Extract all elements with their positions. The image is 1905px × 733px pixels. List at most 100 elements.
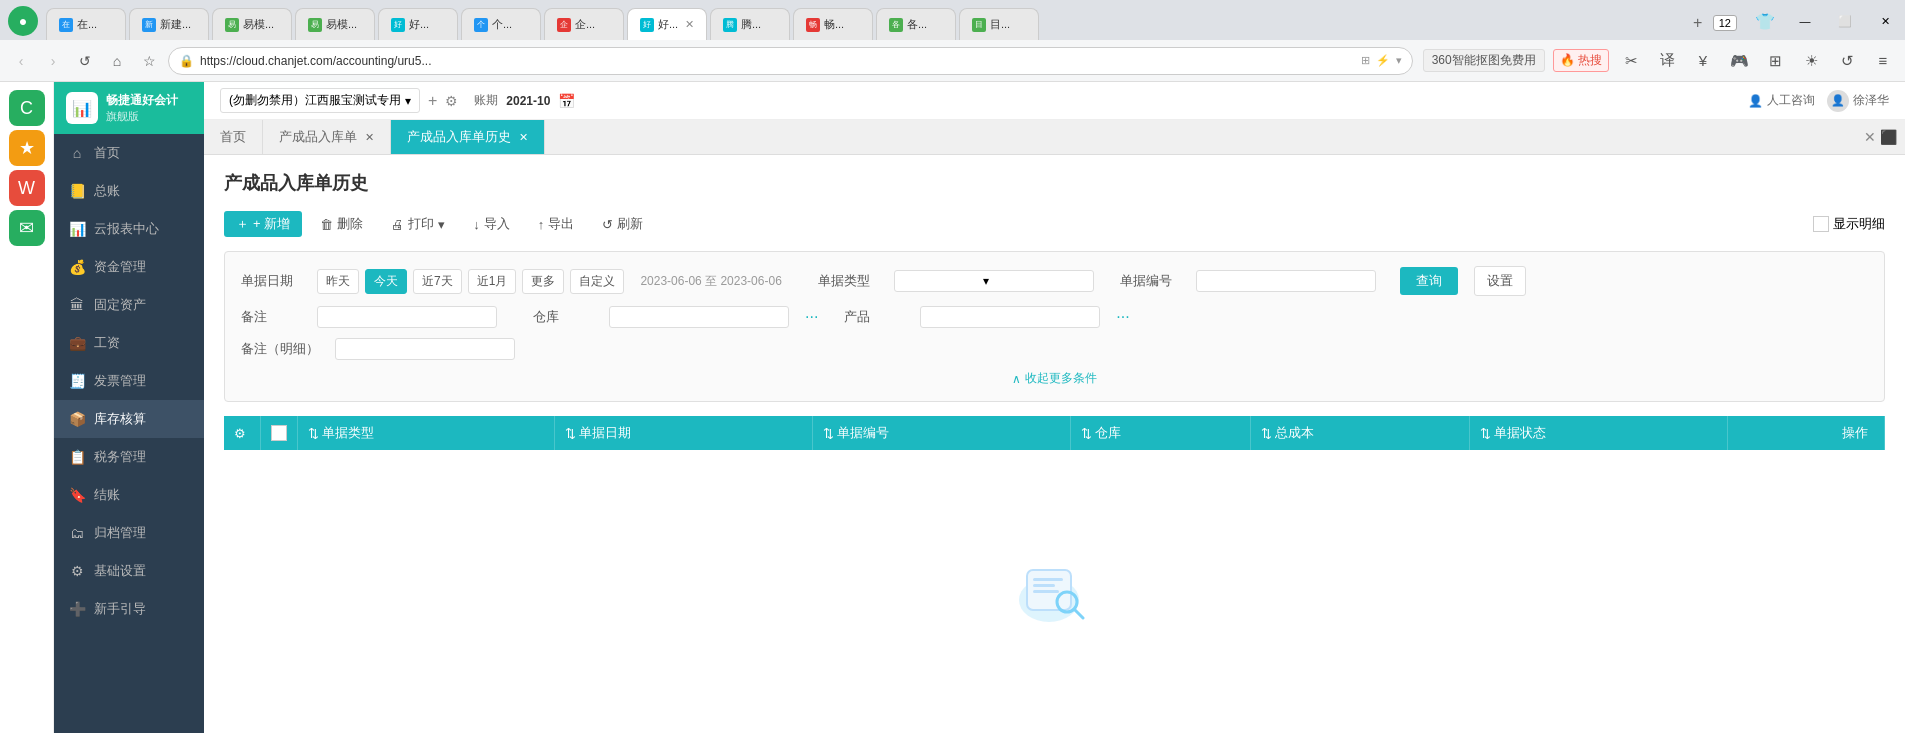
warehouse-dots[interactable]: ···: [805, 308, 818, 326]
date-yesterday[interactable]: 昨天: [317, 269, 359, 294]
sidebar-item-home[interactable]: ⌂ 首页: [54, 134, 204, 172]
export-button[interactable]: ↑ 导出: [528, 211, 585, 237]
browser-tab-4[interactable]: 易 易模...: [295, 8, 375, 40]
browser-tab-5[interactable]: 好 好...: [378, 8, 458, 40]
sidebar-item-reports[interactable]: 📊 云报表中心: [54, 210, 204, 248]
print-button[interactable]: 🖨 打印 ▾: [381, 211, 455, 237]
browser-tab-3[interactable]: 易 易模...: [212, 8, 292, 40]
sidebar-item-fixed[interactable]: 🏛 固定资产: [54, 286, 204, 324]
th-voucher-type[interactable]: ⇅ 单据类型: [297, 416, 555, 450]
date-more[interactable]: 更多: [522, 269, 564, 294]
sidebar-item-funds[interactable]: 💰 资金管理: [54, 248, 204, 286]
user-service[interactable]: 👤 人工咨询: [1748, 92, 1815, 109]
shirt-icon[interactable]: 👕: [1749, 10, 1781, 33]
tab-count-badge[interactable]: 12: [1713, 15, 1737, 31]
detail-remark-input[interactable]: [335, 338, 515, 360]
delete-button[interactable]: 🗑 删除: [310, 211, 373, 237]
game-icon[interactable]: 🎮: [1725, 47, 1753, 75]
sidebar-item-salary[interactable]: 💼 工资: [54, 324, 204, 362]
browser-tab-9[interactable]: 腾 腾...: [710, 8, 790, 40]
warehouse-input[interactable]: [609, 306, 789, 328]
refresh-data-button[interactable]: ↺ 刷新: [592, 211, 653, 237]
history-tab-close[interactable]: ✕: [519, 131, 528, 144]
th-voucher-date[interactable]: ⇅ 单据日期: [555, 416, 813, 450]
query-button[interactable]: 查询: [1400, 267, 1458, 295]
history-icon[interactable]: ↺: [1833, 47, 1861, 75]
settings-search-button[interactable]: 设置: [1474, 266, 1526, 296]
apps-icon[interactable]: ⊞: [1761, 47, 1789, 75]
voucher-number-input[interactable]: [1196, 270, 1376, 292]
sidebar-item-ledger[interactable]: 📒 总账: [54, 172, 204, 210]
date-1month[interactable]: 近1月: [468, 269, 517, 294]
scissors-icon[interactable]: ✂: [1617, 47, 1645, 75]
browser-tab-1[interactable]: 在 在...: [46, 8, 126, 40]
star-app-icon[interactable]: ★: [9, 130, 45, 166]
currency-icon[interactable]: ¥: [1689, 47, 1717, 75]
home-browser-button[interactable]: ⌂: [104, 48, 130, 74]
maximize-button[interactable]: ⬜: [1825, 6, 1865, 36]
theme-icon[interactable]: ☀: [1797, 47, 1825, 75]
product-input[interactable]: [920, 306, 1100, 328]
date-custom[interactable]: 自定义: [570, 269, 624, 294]
show-detail-checkbox[interactable]: [1813, 216, 1829, 232]
company-settings-icon[interactable]: ⚙: [445, 93, 458, 109]
more-settings-icon[interactable]: ≡: [1869, 47, 1897, 75]
sidebar-item-settings[interactable]: ⚙ 基础设置: [54, 552, 204, 590]
sidebar-item-new-entry[interactable]: ➕ 新手引导: [54, 590, 204, 628]
sidebar-item-invoice[interactable]: 🧾 发票管理: [54, 362, 204, 400]
import-button[interactable]: ↓ 导入: [463, 211, 520, 237]
th-voucher-number[interactable]: ⇅ 单据编号: [812, 416, 1070, 450]
add-button[interactable]: ＋ + 新增: [224, 211, 302, 237]
close-button[interactable]: ✕: [1865, 6, 1905, 36]
browser-tab-10[interactable]: 畅 畅...: [793, 8, 873, 40]
browser-tab-2[interactable]: 新 新建...: [129, 8, 209, 40]
remark-input[interactable]: [317, 306, 497, 328]
browser-tab-12[interactable]: 目 目...: [959, 8, 1039, 40]
calendar-icon[interactable]: 📅: [558, 93, 575, 109]
page-close-icon[interactable]: ✕: [1864, 129, 1876, 145]
browser-tab-11[interactable]: 各 各...: [876, 8, 956, 40]
sidebar-item-settle[interactable]: 🔖 结账: [54, 476, 204, 514]
no-data-svg: [1009, 550, 1099, 630]
back-button[interactable]: ‹: [8, 48, 34, 74]
browser-tab-7[interactable]: 企 企...: [544, 8, 624, 40]
changjie-app-icon[interactable]: C: [9, 90, 45, 126]
date-7days[interactable]: 近7天: [413, 269, 462, 294]
breadcrumb-list[interactable]: 产成品入库单 ✕: [263, 120, 391, 154]
product-dots[interactable]: ···: [1116, 308, 1129, 326]
address-bar[interactable]: 🔒 https://cloud.chanjet.com/accounting/u…: [168, 47, 1413, 75]
show-detail-toggle[interactable]: 显示明细: [1813, 215, 1885, 233]
dropdown-icon[interactable]: ▾: [1396, 54, 1402, 67]
collapse-button[interactable]: ∧ 收起更多条件: [241, 370, 1868, 387]
page-expand-icon[interactable]: ⬛: [1880, 129, 1897, 145]
th-warehouse[interactable]: ⇅ 仓库: [1070, 416, 1251, 450]
th-voucher-status[interactable]: ⇅ 单据状态: [1470, 416, 1728, 450]
add-company-button[interactable]: +: [428, 92, 437, 110]
translate-icon[interactable]: 译: [1653, 47, 1681, 75]
mail-app-icon[interactable]: ✉: [9, 210, 45, 246]
th-gear[interactable]: ⚙: [224, 416, 260, 450]
tab-close-8[interactable]: ✕: [685, 18, 694, 31]
new-tab-button[interactable]: +: [1685, 10, 1711, 36]
user-account[interactable]: 👤 徐泽华: [1827, 90, 1889, 112]
select-all-checkbox[interactable]: [271, 425, 287, 441]
bookmark-button[interactable]: ☆: [136, 48, 162, 74]
minimize-button[interactable]: —: [1785, 6, 1825, 36]
breadcrumb-home[interactable]: 首页: [204, 120, 263, 154]
hot-search-label[interactable]: 🔥 热搜: [1553, 49, 1609, 72]
weibo-app-icon[interactable]: W: [9, 170, 45, 206]
sidebar-item-tax[interactable]: 📋 税务管理: [54, 438, 204, 476]
breadcrumb-history[interactable]: 产成品入库单历史 ✕: [391, 120, 545, 154]
refresh-browser-button[interactable]: ↺: [72, 48, 98, 74]
company-select[interactable]: (勿删勿禁用）江西服宝测试专用 ▾: [220, 88, 420, 113]
th-checkbox[interactable]: [260, 416, 297, 450]
voucher-type-select[interactable]: ▾: [894, 270, 1094, 292]
th-total-cost[interactable]: ⇅ 总成本: [1251, 416, 1470, 450]
browser-tab-8[interactable]: 好 好... ✕: [627, 8, 707, 40]
date-today[interactable]: 今天: [365, 269, 407, 294]
list-tab-close[interactable]: ✕: [365, 131, 374, 144]
browser-tab-6[interactable]: 个 个...: [461, 8, 541, 40]
sidebar-item-inventory[interactable]: 📦 库存核算: [54, 400, 204, 438]
forward-button[interactable]: ›: [40, 48, 66, 74]
sidebar-item-archive[interactable]: 🗂 归档管理: [54, 514, 204, 552]
